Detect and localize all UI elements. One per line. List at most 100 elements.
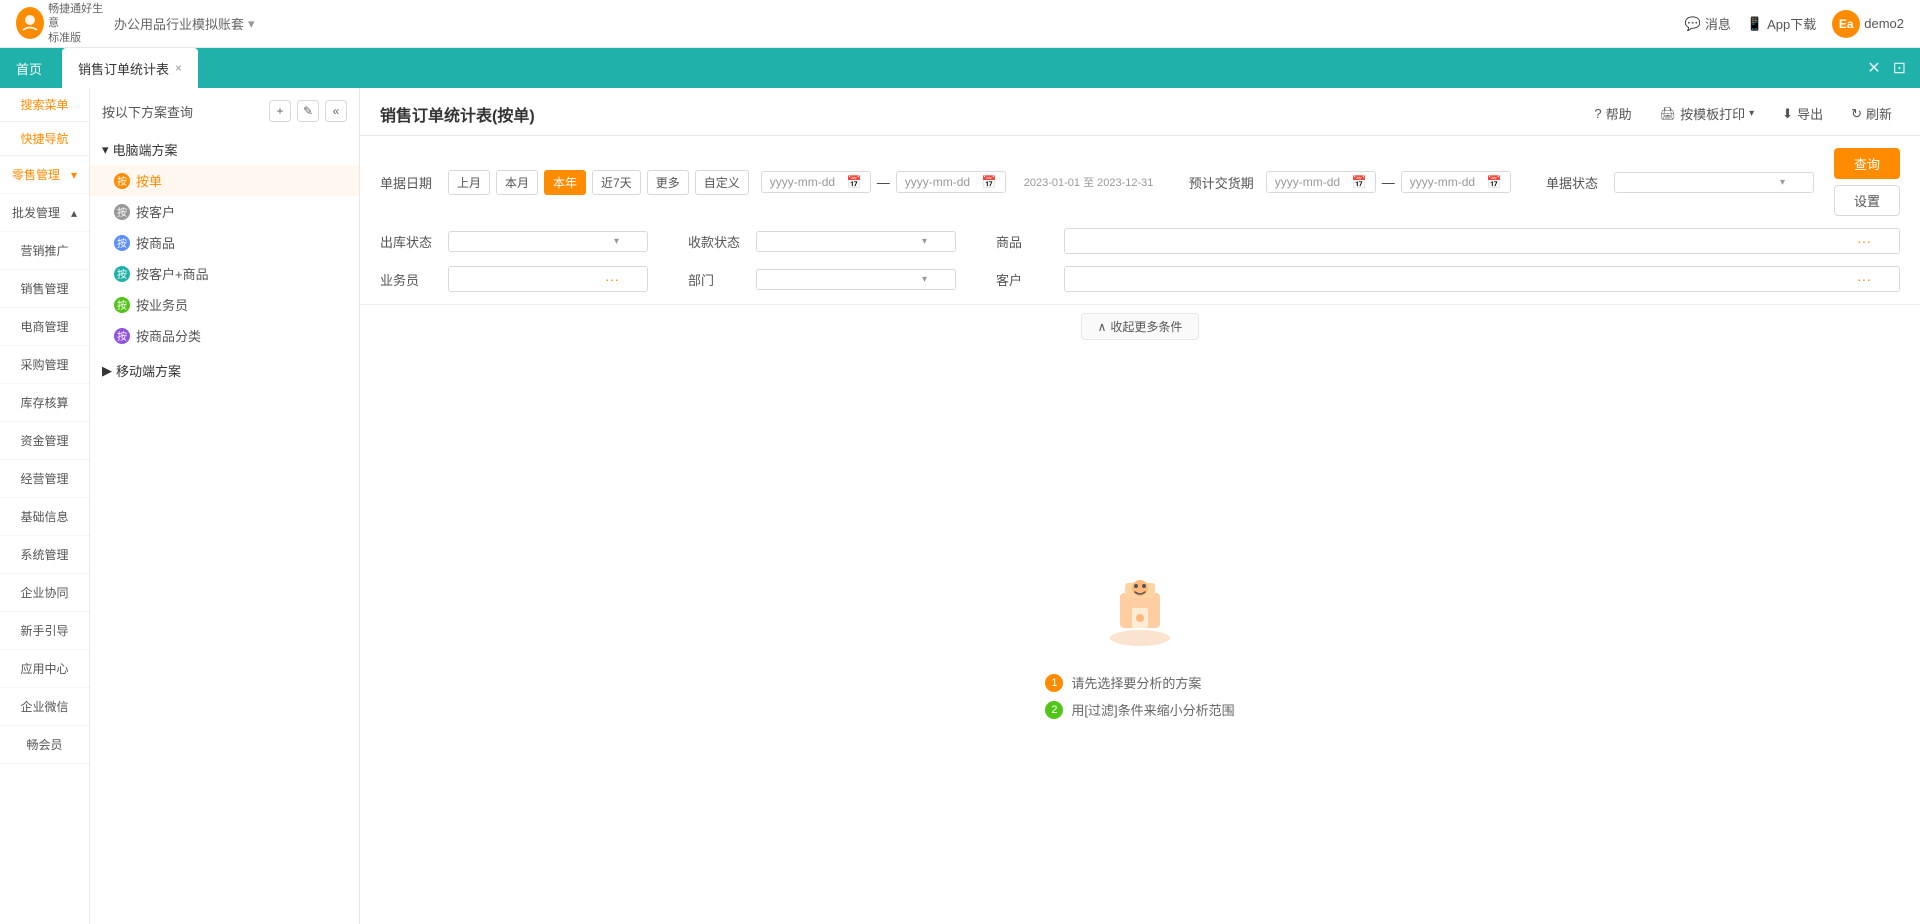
sidebar-item-system[interactable]: 系统管理 bbox=[0, 536, 89, 574]
doc-status-select[interactable]: ▾ bbox=[1614, 172, 1814, 193]
by-customer-icon: 按 bbox=[114, 204, 130, 220]
step-2-text: 用[过滤]条件来缩小分析范围 bbox=[1071, 700, 1234, 719]
by-category-label: 按商品分类 bbox=[136, 326, 201, 345]
sidebar-search[interactable]: 搜索菜单 bbox=[0, 88, 89, 122]
calendar-icon: 📅 bbox=[847, 175, 862, 189]
user-menu[interactable]: Ea demo2 bbox=[1832, 10, 1904, 38]
filter-row-1: 单据日期 上月 本月 本年 近7天 更多 自定义 yyyy-mm-dd 📅 bbox=[380, 148, 1900, 216]
date-label: 单据日期 bbox=[380, 173, 436, 192]
collapse-label: 收起更多条件 bbox=[1110, 318, 1182, 335]
date-btn-7days[interactable]: 近7天 bbox=[592, 170, 641, 195]
help-icon: ? bbox=[1594, 106, 1601, 121]
calendar-end-icon: 📅 bbox=[982, 175, 997, 189]
top-right-actions: 💬 消息 📱 App下载 Ea demo2 bbox=[1685, 10, 1904, 38]
refresh-btn[interactable]: ↻ 刷新 bbox=[1843, 100, 1900, 127]
by-category-icon: 按 bbox=[114, 328, 130, 344]
customer-label: 客户 bbox=[996, 270, 1052, 289]
tree-child-by-product[interactable]: 按 按商品 bbox=[90, 227, 359, 258]
export-btn[interactable]: ⬇ 导出 bbox=[1774, 100, 1831, 127]
customer-ellipsis[interactable]: ··· bbox=[1857, 271, 1871, 287]
window-close-btn[interactable]: ✕ bbox=[1861, 54, 1886, 82]
date-btn-this-year[interactable]: 本年 bbox=[544, 170, 586, 195]
expected-end-input[interactable]: yyyy-mm-dd 📅 bbox=[1401, 171, 1511, 193]
left-panel: 按以下方案查询 + ✎ « ▾ 电脑端方案 按 按单 按 按客户 bbox=[90, 88, 360, 924]
date-end-input[interactable]: yyyy-mm-dd 📅 bbox=[896, 171, 1006, 193]
doc-status-label: 单据状态 bbox=[1546, 173, 1602, 192]
date-start-placeholder: yyyy-mm-dd bbox=[770, 175, 835, 189]
department-label: 部门 bbox=[688, 270, 744, 289]
empty-steps: 1 请先选择要分析的方案 2 用[过滤]条件来缩小分析范围 bbox=[1045, 673, 1234, 719]
sidebar-item-marketing[interactable]: 营销推广 bbox=[0, 232, 89, 270]
sidebar-item-operation[interactable]: 经营管理 bbox=[0, 460, 89, 498]
top-header: 畅捷通好生意 标准版 办公用品行业模拟账套 ▾ 💬 消息 📱 App下载 Ea … bbox=[0, 0, 1920, 48]
sidebar-item-apps[interactable]: 应用中心 bbox=[0, 650, 89, 688]
staff-ellipsis[interactable]: ··· bbox=[605, 271, 619, 287]
sidebar-item-wholesale[interactable]: 批发管理 ▴ bbox=[0, 194, 89, 232]
tree-child-by-cust-prod[interactable]: 按 按客户+商品 bbox=[90, 258, 359, 289]
step-1-num: 1 bbox=[1045, 674, 1063, 692]
sidebar-item-purchase[interactable]: 采购管理 bbox=[0, 346, 89, 384]
sidebar-item-basic[interactable]: 基础信息 bbox=[0, 498, 89, 536]
sidebar-label-retail: 零售管理 bbox=[12, 166, 60, 183]
date-btn-this-month[interactable]: 本月 bbox=[496, 170, 538, 195]
tab-home[interactable]: 首页 bbox=[0, 48, 58, 88]
date-btn-last-month[interactable]: 上月 bbox=[448, 170, 490, 195]
tab-close-icon[interactable]: × bbox=[175, 61, 182, 75]
tab-active[interactable]: 销售订单统计表 × bbox=[62, 48, 198, 88]
date-input-group: yyyy-mm-dd 📅 — yyyy-mm-dd 📅 bbox=[761, 171, 1006, 193]
date-start-input[interactable]: yyyy-mm-dd 📅 bbox=[761, 171, 871, 193]
tree-child-by-category[interactable]: 按 按商品分类 bbox=[90, 320, 359, 351]
panel-edit-btn[interactable]: ✎ bbox=[297, 100, 319, 122]
customer-select[interactable]: ··· bbox=[1064, 266, 1900, 292]
sidebar-item-inventory[interactable]: 库存核算 bbox=[0, 384, 89, 422]
staff-select[interactable]: ··· bbox=[448, 266, 648, 292]
date-btn-custom[interactable]: 自定义 bbox=[695, 170, 749, 195]
product-ellipsis[interactable]: ··· bbox=[1857, 233, 1871, 249]
sidebar-item-sales[interactable]: 销售管理 bbox=[0, 270, 89, 308]
sidebar-item-member[interactable]: 畅会员 bbox=[0, 726, 89, 764]
help-btn[interactable]: ? 帮助 bbox=[1586, 100, 1639, 127]
tree-child-by-customer[interactable]: 按 按客户 bbox=[90, 196, 359, 227]
refresh-label: 刷新 bbox=[1866, 104, 1892, 123]
tree-pc-parent[interactable]: ▾ 电脑端方案 bbox=[90, 134, 359, 165]
tree-mobile-section[interactable]: ▶ 移动端方案 bbox=[90, 355, 359, 386]
collapse-btn[interactable]: ∧ 收起更多条件 bbox=[1081, 313, 1200, 340]
date-btn-more[interactable]: 更多 bbox=[647, 170, 689, 195]
empty-step-2: 2 用[过滤]条件来缩小分析范围 bbox=[1045, 700, 1234, 719]
setting-button[interactable]: 设置 bbox=[1834, 185, 1900, 216]
by-order-label: 按单 bbox=[136, 171, 162, 190]
wholesale-arrow-icon: ▴ bbox=[71, 206, 77, 220]
tab-bar-right: ✕ ⊡ bbox=[1861, 54, 1920, 82]
filter-row-3: 业务员 ··· 部门 ▾ 客户 ··· bbox=[380, 266, 1900, 292]
sidebar-item-retail[interactable]: 零售管理 ▾ bbox=[0, 156, 89, 194]
product-select[interactable]: ··· bbox=[1064, 228, 1900, 254]
delivery-status-select[interactable]: ▾ bbox=[448, 231, 648, 252]
sidebar-item-ecommerce[interactable]: 电商管理 bbox=[0, 308, 89, 346]
by-cust-prod-icon: 按 bbox=[114, 266, 130, 282]
expected-start-input[interactable]: yyyy-mm-dd 📅 bbox=[1266, 171, 1376, 193]
sidebar-quick-nav[interactable]: 快捷导航 bbox=[0, 122, 89, 156]
window-expand-btn[interactable]: ⊡ bbox=[1887, 54, 1912, 82]
sidebar-item-wechat[interactable]: 企业微信 bbox=[0, 688, 89, 726]
exp-end-placeholder: yyyy-mm-dd bbox=[1410, 175, 1475, 189]
page-header: 销售订单统计表(按单) ? 帮助 🖨 按模板打印 ▾ ⬇ 导出 bbox=[360, 88, 1920, 136]
export-icon: ⬇ bbox=[1782, 106, 1793, 122]
by-order-icon: 按 bbox=[114, 173, 130, 189]
sidebar-item-enterprise[interactable]: 企业协同 bbox=[0, 574, 89, 612]
department-select[interactable]: ▾ bbox=[756, 269, 956, 290]
sidebar-item-finance[interactable]: 资金管理 bbox=[0, 422, 89, 460]
help-label: 帮助 bbox=[1606, 104, 1632, 123]
app-download-button[interactable]: 📱 App下载 bbox=[1747, 14, 1816, 33]
panel-add-btn[interactable]: + bbox=[269, 100, 291, 122]
breadcrumb-dropdown-icon[interactable]: ▾ bbox=[248, 16, 264, 32]
template-print-btn[interactable]: 🖨 按模板打印 ▾ bbox=[1652, 100, 1763, 127]
sidebar-item-newbie[interactable]: 新手引导 bbox=[0, 612, 89, 650]
tree-child-by-order[interactable]: 按 按单 bbox=[90, 165, 359, 196]
tree-child-by-staff[interactable]: 按 按业务员 bbox=[90, 289, 359, 320]
query-button[interactable]: 查询 bbox=[1834, 148, 1900, 179]
payment-status-select[interactable]: ▾ bbox=[756, 231, 956, 252]
content-area: 按以下方案查询 + ✎ « ▾ 电脑端方案 按 按单 按 按客户 bbox=[90, 88, 1920, 924]
date-dash: — bbox=[877, 175, 890, 190]
message-button[interactable]: 💬 消息 bbox=[1685, 14, 1731, 33]
panel-collapse-btn[interactable]: « bbox=[325, 100, 347, 122]
